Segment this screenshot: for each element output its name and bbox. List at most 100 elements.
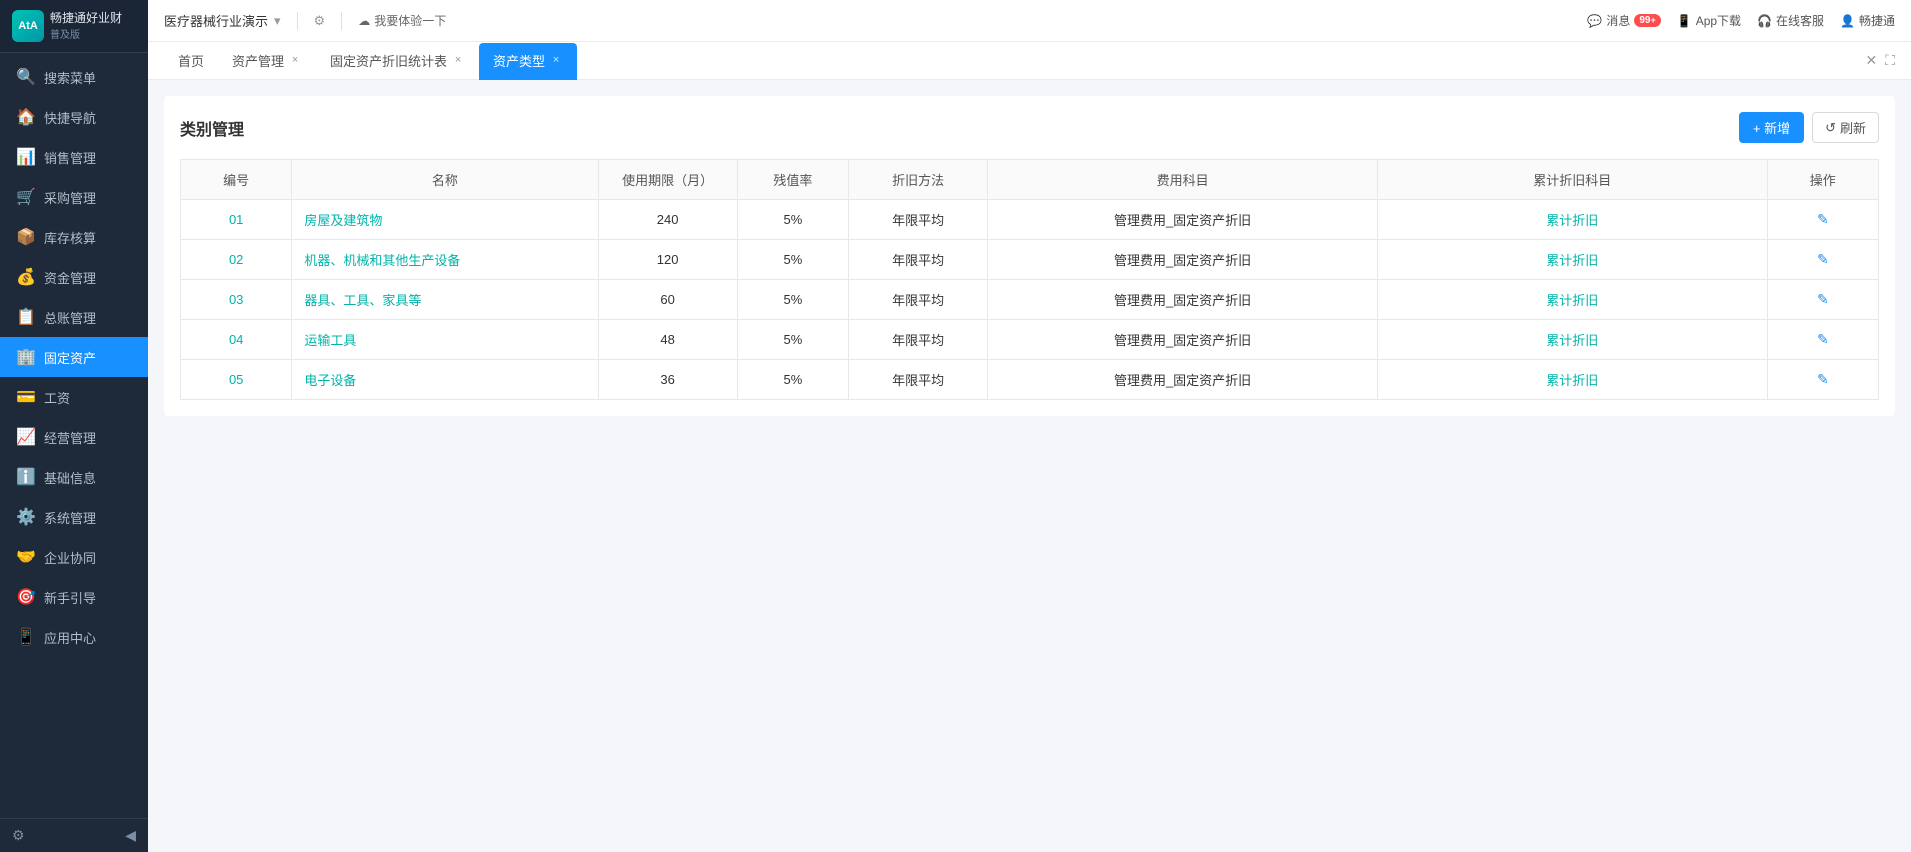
cell-period-4: 36: [598, 360, 737, 400]
col-header-action: 操作: [1767, 160, 1878, 200]
edit-icon-2[interactable]: ✎: [1817, 291, 1829, 307]
edit-icon-4[interactable]: ✎: [1817, 371, 1829, 387]
col-header-name: 名称: [292, 160, 598, 200]
tab-asset-mgmt-close[interactable]: ×: [288, 53, 302, 67]
col-header-period: 使用期限（月）: [598, 160, 737, 200]
col-header-accum: 累计折旧科目: [1377, 160, 1767, 200]
tab-home-label: 首页: [178, 51, 204, 70]
sidebar-item-operations[interactable]: 📈 经营管理: [0, 417, 148, 457]
edit-icon-3[interactable]: ✎: [1817, 331, 1829, 347]
cell-expense-2: 管理费用_固定资产折旧: [988, 280, 1378, 320]
cell-action-4[interactable]: ✎: [1767, 360, 1878, 400]
messages-label: 消息: [1606, 12, 1630, 29]
table-row: 02 机器、机械和其他生产设备 120 5% 年限平均 管理费用_固定资产折旧 …: [181, 240, 1879, 280]
cell-name-1: 机器、机械和其他生产设备: [292, 240, 598, 280]
tab-asset-mgmt[interactable]: 资产管理 ×: [218, 43, 316, 80]
cell-accum-1: 累计折旧: [1377, 240, 1767, 280]
message-icon: 💬: [1587, 14, 1602, 28]
sidebar-item-capital[interactable]: 💰 资金管理: [0, 257, 148, 297]
module-name: 医疗器械行业演示: [164, 11, 268, 30]
table-row: 05 电子设备 36 5% 年限平均 管理费用_固定资产折旧 累计折旧 ✎: [181, 360, 1879, 400]
messages-button[interactable]: 💬 消息 99+: [1587, 12, 1660, 29]
table-body: 01 房屋及建筑物 240 5% 年限平均 管理费用_固定资产折旧 累计折旧 ✎…: [181, 200, 1879, 400]
sidebar-item-purchase[interactable]: 🛒 采购管理: [0, 177, 148, 217]
col-header-method: 折旧方法: [849, 160, 988, 200]
cell-period-3: 48: [598, 320, 737, 360]
collapse-icon[interactable]: ◀: [125, 827, 136, 844]
sidebar-item-payroll[interactable]: 💳 工资: [0, 377, 148, 417]
cell-expense-4: 管理费用_固定资产折旧: [988, 360, 1378, 400]
app-download-button[interactable]: 📱 App下载: [1677, 12, 1741, 29]
cell-residual-3: 5%: [737, 320, 848, 360]
user-profile-button[interactable]: 👤 畅捷通: [1840, 12, 1895, 29]
refresh-button[interactable]: ↺ 刷新: [1812, 112, 1879, 143]
sidebar-label-search: 搜索菜单: [44, 68, 96, 87]
cell-name-4: 电子设备: [292, 360, 598, 400]
close-window-button[interactable]: ✕: [1865, 52, 1877, 69]
tabs-bar: 首页 资产管理 × 固定资产折旧统计表 × 资产类型 × ✕ ⛶: [148, 42, 1911, 80]
tab-asset-type-close[interactable]: ×: [549, 53, 563, 67]
ledger-icon: 📋: [16, 307, 34, 327]
inventory-icon: 📦: [16, 227, 34, 247]
sidebar-item-guide[interactable]: 🎯 新手引导: [0, 577, 148, 617]
sidebar-bottom: ⚙ ◀: [0, 818, 148, 852]
user-icon: 👤: [1840, 14, 1855, 28]
sidebar-label-operations: 经营管理: [44, 428, 96, 447]
tab-asset-type[interactable]: 资产类型 ×: [479, 43, 577, 80]
experience-icon: ☁: [358, 14, 370, 28]
topbar-module: 医疗器械行业演示 ▾: [164, 11, 281, 30]
sidebar-item-quick-nav[interactable]: 🏠 快捷导航: [0, 97, 148, 137]
cell-expense-1: 管理费用_固定资产折旧: [988, 240, 1378, 280]
cell-residual-0: 5%: [737, 200, 848, 240]
tab-asset-mgmt-label: 资产管理: [232, 51, 284, 70]
refresh-icon: ↺: [1825, 120, 1836, 136]
sidebar-item-search[interactable]: 🔍 搜索菜单: [0, 57, 148, 97]
experience-button[interactable]: ☁ 我要体验一下: [358, 12, 446, 29]
customer-service-label: 在线客服: [1776, 12, 1824, 29]
sidebar-item-app-center[interactable]: 📱 应用中心: [0, 617, 148, 657]
sidebar-item-ledger[interactable]: 📋 总账管理: [0, 297, 148, 337]
sidebar-item-basic-info[interactable]: ℹ️ 基础信息: [0, 457, 148, 497]
cell-method-1: 年限平均: [849, 240, 988, 280]
sidebar-item-system[interactable]: ⚙️ 系统管理: [0, 497, 148, 537]
sidebar-item-fixed-assets[interactable]: 🏢 固定资产: [0, 337, 148, 377]
headset-icon: 🎧: [1757, 14, 1772, 28]
table-row: 01 房屋及建筑物 240 5% 年限平均 管理费用_固定资产折旧 累计折旧 ✎: [181, 200, 1879, 240]
cell-accum-4: 累计折旧: [1377, 360, 1767, 400]
cell-action-3[interactable]: ✎: [1767, 320, 1878, 360]
category-table: 编号 名称 使用期限（月） 残值率 折旧方法 费用科目 累计折旧科目 操作 01…: [180, 159, 1879, 400]
cell-action-2[interactable]: ✎: [1767, 280, 1878, 320]
table-header-row: 编号 名称 使用期限（月） 残值率 折旧方法 费用科目 累计折旧科目 操作: [181, 160, 1879, 200]
basic-info-icon: ℹ️: [16, 467, 34, 487]
purchase-icon: 🛒: [16, 187, 34, 207]
sidebar-item-enterprise[interactable]: 🤝 企业协同: [0, 537, 148, 577]
sidebar-label-guide: 新手引导: [44, 588, 96, 607]
tab-depreciation-close[interactable]: ×: [451, 53, 465, 67]
sidebar-label-enterprise: 企业协同: [44, 548, 96, 567]
settings-icon[interactable]: ⚙: [12, 827, 25, 844]
cell-residual-1: 5%: [737, 240, 848, 280]
tab-depreciation-table[interactable]: 固定资产折旧统计表 ×: [316, 43, 479, 80]
cell-name-2: 器具、工具、家具等: [292, 280, 598, 320]
sidebar-label-fixed-assets: 固定资产: [44, 348, 96, 367]
sidebar-item-sales[interactable]: 📊 销售管理: [0, 137, 148, 177]
cell-action-0[interactable]: ✎: [1767, 200, 1878, 240]
cell-action-1[interactable]: ✎: [1767, 240, 1878, 280]
tab-home[interactable]: 首页: [164, 43, 218, 80]
settings-gear-icon[interactable]: ⚙: [314, 13, 326, 29]
system-icon: ⚙️: [16, 507, 34, 527]
maximize-window-button[interactable]: ⛶: [1885, 52, 1895, 69]
edit-icon-1[interactable]: ✎: [1817, 251, 1829, 267]
sidebar-item-inventory[interactable]: 📦 库存核算: [0, 217, 148, 257]
col-header-code: 编号: [181, 160, 292, 200]
cell-expense-0: 管理费用_固定资产折旧: [988, 200, 1378, 240]
customer-service-button[interactable]: 🎧 在线客服: [1757, 12, 1824, 29]
sidebar-label-ledger: 总账管理: [44, 308, 96, 327]
app-name: 畅捷通好业财: [50, 11, 122, 27]
new-button[interactable]: + 新增: [1739, 112, 1804, 143]
dropdown-icon[interactable]: ▾: [274, 13, 281, 29]
edit-icon-0[interactable]: ✎: [1817, 211, 1829, 227]
table-row: 03 器具、工具、家具等 60 5% 年限平均 管理费用_固定资产折旧 累计折旧…: [181, 280, 1879, 320]
col-header-residual: 残值率: [737, 160, 848, 200]
sidebar-label-purchase: 采购管理: [44, 188, 96, 207]
